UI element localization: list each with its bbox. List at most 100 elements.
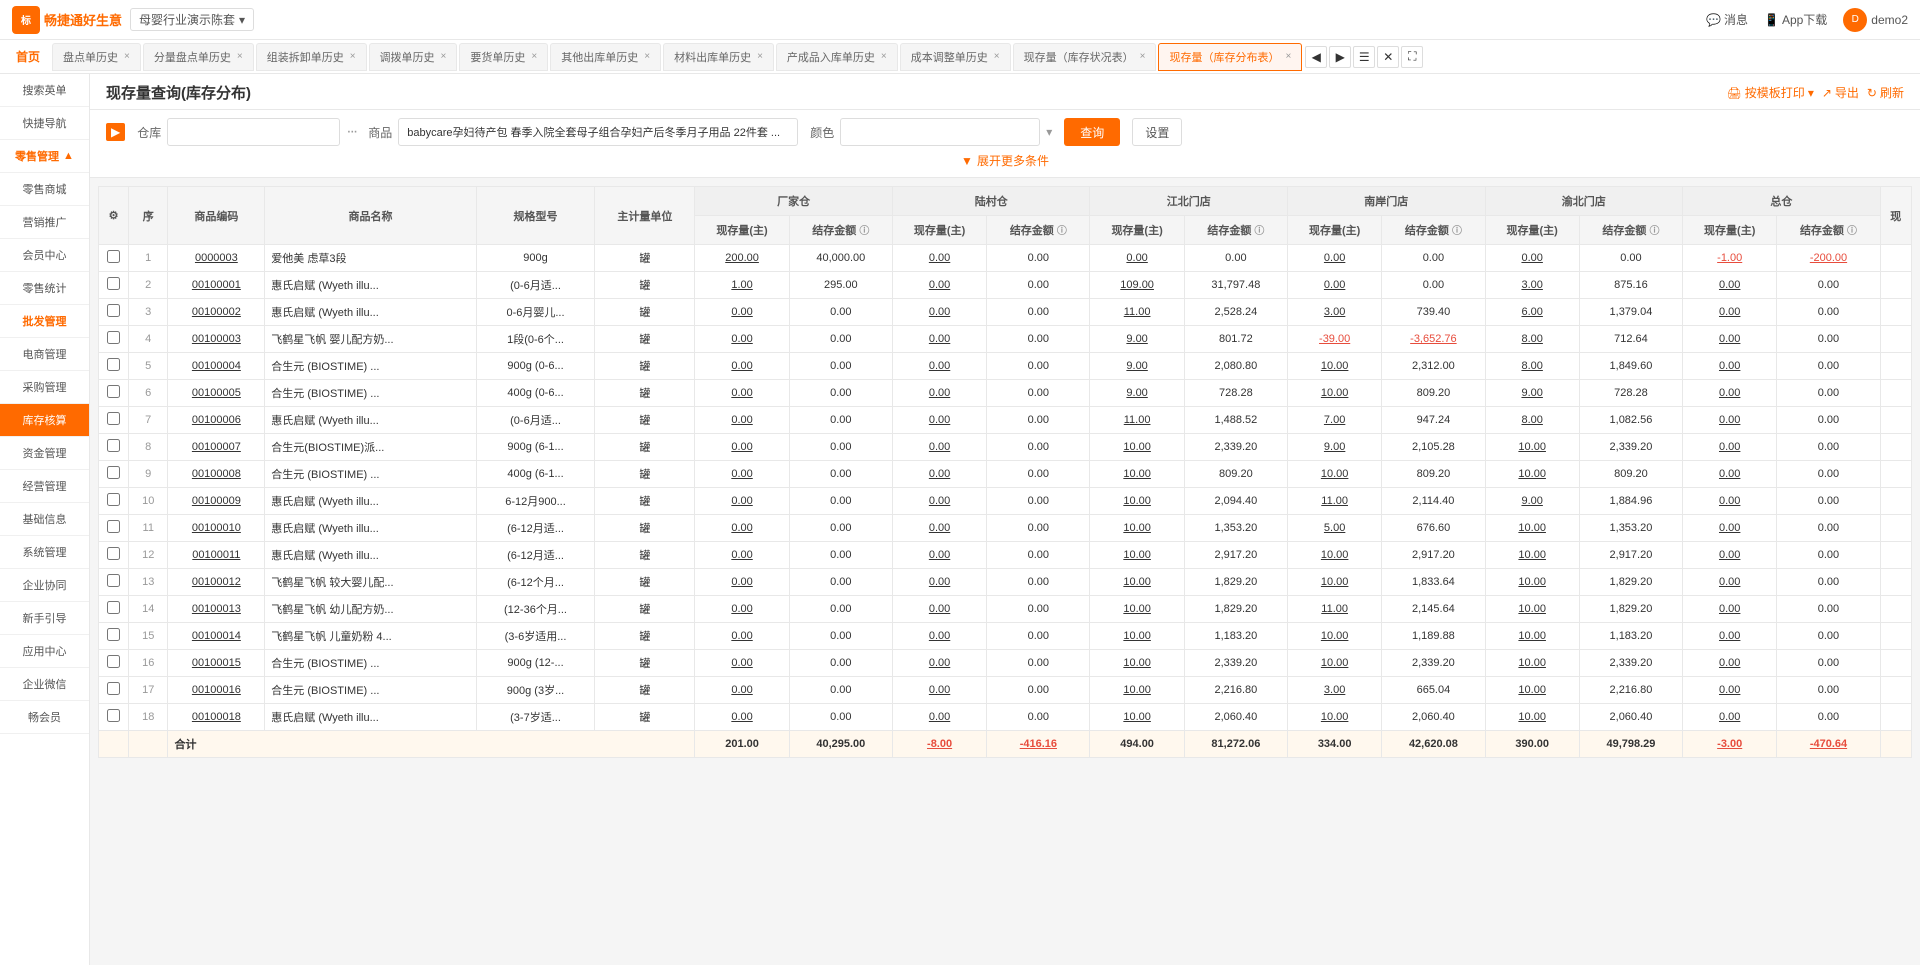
cell-jiangbei-qty[interactable]: 10.00 bbox=[1090, 542, 1184, 569]
tab-substock[interactable]: 分量盘点单历史 × bbox=[143, 43, 254, 71]
cell-factory-qty[interactable]: 0.00 bbox=[695, 488, 789, 515]
cell-yubeibei-qty[interactable]: 3.00 bbox=[1485, 272, 1579, 299]
cell-lushan-qty[interactable]: 0.00 bbox=[892, 326, 986, 353]
cell-code[interactable]: 00100005 bbox=[168, 380, 265, 407]
tab-nav-prev[interactable]: ◀ bbox=[1305, 46, 1327, 68]
cell-total-qty[interactable]: 0.00 bbox=[1683, 515, 1777, 542]
cell-check[interactable] bbox=[99, 596, 129, 623]
cell-lushan-qty[interactable]: 0.00 bbox=[892, 650, 986, 677]
cell-factory-qty[interactable]: 0.00 bbox=[695, 515, 789, 542]
tab-close-transfer[interactable]: × bbox=[441, 51, 447, 62]
cell-code[interactable]: 00100012 bbox=[168, 569, 265, 596]
cell-total-qty[interactable]: 0.00 bbox=[1683, 407, 1777, 434]
cell-jiangbei-qty[interactable]: 10.00 bbox=[1090, 596, 1184, 623]
cell-jiangbei-qty[interactable]: 10.00 bbox=[1090, 569, 1184, 596]
cell-code[interactable]: 00100014 bbox=[168, 623, 265, 650]
tab-close-substock[interactable]: × bbox=[237, 51, 243, 62]
cell-factory-qty[interactable]: 0.00 bbox=[695, 650, 789, 677]
tab-cost-adjust[interactable]: 成本调整单历史 × bbox=[900, 43, 1011, 71]
sidebar-item-operations[interactable]: 经营管理 bbox=[0, 470, 89, 503]
cell-code[interactable]: 00100001 bbox=[168, 272, 265, 299]
cell-check[interactable] bbox=[99, 272, 129, 299]
cell-code[interactable]: 00100003 bbox=[168, 326, 265, 353]
print-btn[interactable]: 🖨 按模板打印 ▾ bbox=[1727, 84, 1814, 101]
cell-total-qty[interactable]: 0.00 bbox=[1683, 461, 1777, 488]
cell-nanan-qty[interactable]: 7.00 bbox=[1288, 407, 1382, 434]
cell-code[interactable]: 00100002 bbox=[168, 299, 265, 326]
cell-yubeibei-qty[interactable]: 9.00 bbox=[1485, 488, 1579, 515]
cell-check[interactable] bbox=[99, 623, 129, 650]
expand-more-btn[interactable]: ▼ 展开更多条件 bbox=[106, 152, 1904, 169]
cell-lushan-qty[interactable]: 0.00 bbox=[892, 299, 986, 326]
sidebar-item-ecommerce[interactable]: 电商管理 bbox=[0, 338, 89, 371]
cell-check[interactable] bbox=[99, 569, 129, 596]
sidebar-item-purchase[interactable]: 采购管理 bbox=[0, 371, 89, 404]
sidebar-item-enterprise[interactable]: 企业协同 bbox=[0, 569, 89, 602]
cell-jiangbei-qty[interactable]: 109.00 bbox=[1090, 272, 1184, 299]
sidebar-item-corpwechat[interactable]: 企业微信 bbox=[0, 668, 89, 701]
cell-lushan-qty[interactable]: 0.00 bbox=[892, 461, 986, 488]
cell-nanan-qty[interactable]: 10.00 bbox=[1288, 353, 1382, 380]
sidebar-item-marketing[interactable]: 营销推广 bbox=[0, 206, 89, 239]
sidebar-item-members[interactable]: 会员中心 bbox=[0, 239, 89, 272]
cell-code[interactable]: 00100011 bbox=[168, 542, 265, 569]
cell-nanan-qty[interactable]: 11.00 bbox=[1288, 596, 1382, 623]
cell-factory-qty[interactable]: 0.00 bbox=[695, 380, 789, 407]
cell-lushan-qty[interactable]: 0.00 bbox=[892, 380, 986, 407]
cell-jiangbei-qty[interactable]: 11.00 bbox=[1090, 299, 1184, 326]
sidebar-item-finance[interactable]: 资金管理 bbox=[0, 437, 89, 470]
cell-yubeibei-qty[interactable]: 8.00 bbox=[1485, 353, 1579, 380]
cell-jiangbei-qty[interactable]: 11.00 bbox=[1090, 407, 1184, 434]
cell-lushan-qty[interactable]: 0.00 bbox=[892, 353, 986, 380]
cell-yubeibei-qty[interactable]: 6.00 bbox=[1485, 299, 1579, 326]
tab-combostock[interactable]: 组装拆卸单历史 × bbox=[256, 43, 367, 71]
cell-check[interactable] bbox=[99, 353, 129, 380]
tab-close-all[interactable]: ✕ bbox=[1377, 46, 1399, 68]
refresh-btn[interactable]: ↻ 刷新 bbox=[1867, 84, 1904, 101]
cell-yubeibei-qty[interactable]: 10.00 bbox=[1485, 542, 1579, 569]
cell-yubeibei-qty[interactable]: 10.00 bbox=[1485, 623, 1579, 650]
cell-factory-qty[interactable]: 0.00 bbox=[695, 569, 789, 596]
sidebar-item-retail-shop[interactable]: 零售商城 bbox=[0, 173, 89, 206]
cell-code[interactable]: 0000003 bbox=[168, 245, 265, 272]
cell-factory-qty[interactable]: 0.00 bbox=[695, 677, 789, 704]
cell-total-qty[interactable]: 0.00 bbox=[1683, 569, 1777, 596]
tab-inventory-status[interactable]: 现存量（库存状况表） × bbox=[1013, 43, 1157, 71]
tab-close-stocklist[interactable]: × bbox=[124, 51, 130, 62]
cell-total-qty[interactable]: 0.00 bbox=[1683, 299, 1777, 326]
cell-lushan-qty[interactable]: 0.00 bbox=[892, 677, 986, 704]
cell-jiangbei-qty[interactable]: 10.00 bbox=[1090, 461, 1184, 488]
cell-nanan-qty[interactable]: 0.00 bbox=[1288, 272, 1382, 299]
cell-check[interactable] bbox=[99, 650, 129, 677]
cell-factory-qty[interactable]: 200.00 bbox=[695, 245, 789, 272]
cell-total-qty[interactable]: 0.00 bbox=[1683, 380, 1777, 407]
cell-jiangbei-qty[interactable]: 9.00 bbox=[1090, 326, 1184, 353]
app-download-btn[interactable]: 📱 App下载 bbox=[1764, 11, 1827, 28]
sidebar-item-guide[interactable]: 新手引导 bbox=[0, 602, 89, 635]
tab-close-cost-adjust[interactable]: × bbox=[994, 51, 1000, 62]
cell-nanan-qty[interactable]: 10.00 bbox=[1288, 569, 1382, 596]
tab-close-other-out[interactable]: × bbox=[644, 51, 650, 62]
cell-jiangbei-qty[interactable]: 10.00 bbox=[1090, 704, 1184, 731]
cell-yubeibei-qty[interactable]: 0.00 bbox=[1485, 245, 1579, 272]
tab-close-product-in[interactable]: × bbox=[881, 51, 887, 62]
sidebar-item-retail-stats[interactable]: 零售统计 bbox=[0, 272, 89, 305]
tab-transfer[interactable]: 调拨单历史 × bbox=[369, 43, 458, 71]
cell-check[interactable] bbox=[99, 380, 129, 407]
cell-factory-qty[interactable]: 1.00 bbox=[695, 272, 789, 299]
cell-lushan-qty[interactable]: 0.00 bbox=[892, 434, 986, 461]
cell-factory-qty[interactable]: 0.00 bbox=[695, 434, 789, 461]
filter-collapse-btn[interactable]: ▶ bbox=[106, 123, 125, 141]
cell-nanan-qty[interactable]: 10.00 bbox=[1288, 380, 1382, 407]
cell-jiangbei-qty[interactable]: 10.00 bbox=[1090, 623, 1184, 650]
sidebar-item-inventory[interactable]: 库存核算 bbox=[0, 404, 89, 437]
cell-nanan-qty[interactable]: 10.00 bbox=[1288, 623, 1382, 650]
cell-check[interactable] bbox=[99, 542, 129, 569]
cell-lushan-qty[interactable]: 0.00 bbox=[892, 245, 986, 272]
cell-total-qty[interactable]: 0.00 bbox=[1683, 623, 1777, 650]
cell-jiangbei-qty[interactable]: 10.00 bbox=[1090, 515, 1184, 542]
cell-jiangbei-qty[interactable]: 9.00 bbox=[1090, 380, 1184, 407]
cell-yubeibei-qty[interactable]: 10.00 bbox=[1485, 461, 1579, 488]
cell-code[interactable]: 00100015 bbox=[168, 650, 265, 677]
color-input[interactable] bbox=[840, 118, 1040, 146]
